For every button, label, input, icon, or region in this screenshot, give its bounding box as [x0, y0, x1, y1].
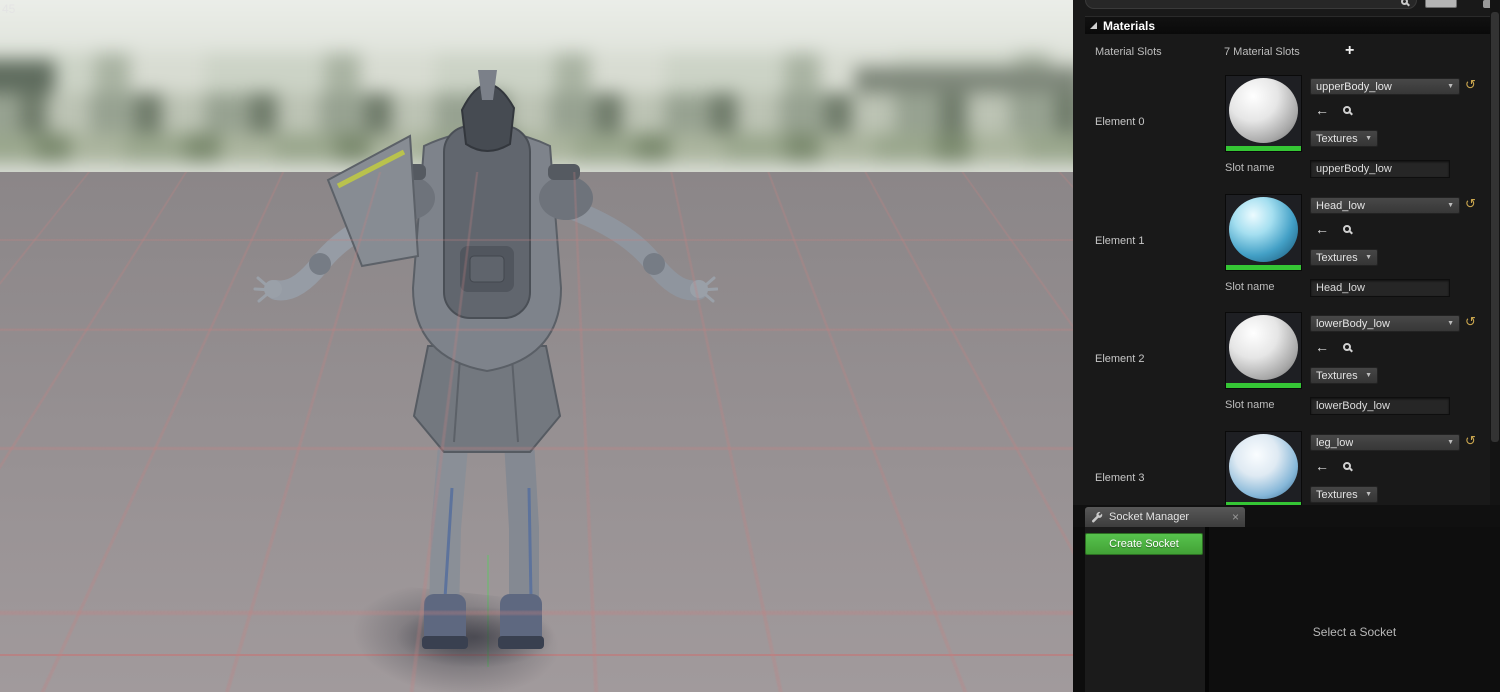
socket-manager-body: Create Socket Select a Socket	[1073, 527, 1500, 692]
asset-tools-row: ←	[1315, 102, 1351, 118]
slot-name-label: Slot name	[1225, 281, 1275, 293]
material-thumbnail[interactable]	[1225, 194, 1302, 271]
chevron-down-icon: ▼	[1365, 491, 1372, 498]
scrollbar-thumb[interactable]	[1491, 12, 1499, 442]
textures-dropdown-button[interactable]: Textures ▼	[1310, 249, 1378, 266]
material-element-row: Element 2 lowerBody_low ▼ ↺ ← Textures ▼	[1073, 303, 1500, 422]
textures-dropdown-button[interactable]: Textures ▼	[1310, 367, 1378, 384]
details-scrollbar[interactable]	[1490, 0, 1500, 505]
socket-tab-bar: Socket Manager ×	[1073, 505, 1500, 527]
tab-title: Socket Manager	[1109, 511, 1226, 523]
material-thumbnail[interactable]	[1225, 75, 1302, 152]
reset-to-default-icon[interactable]: ↺	[1465, 78, 1476, 91]
tab-socket-manager[interactable]: Socket Manager ×	[1085, 507, 1245, 527]
asset-tools-row: ←	[1315, 458, 1351, 474]
element-label: Element 3	[1095, 472, 1145, 484]
materials-category-header[interactable]: Materials	[1085, 16, 1497, 34]
material-slots-list: Element 0 upperBody_low ▼ ↺ ← Textures ▼	[1073, 66, 1500, 505]
chevron-down-icon: ▼	[1365, 254, 1372, 261]
material-sphere-preview	[1229, 78, 1298, 143]
search-input[interactable]	[1085, 0, 1417, 9]
material-sphere-preview	[1229, 315, 1298, 380]
use-selected-asset-icon[interactable]: ←	[1315, 459, 1329, 473]
material-select-dropdown[interactable]: lowerBody_low ▼	[1310, 315, 1460, 332]
material-sphere-preview	[1229, 197, 1298, 262]
material-slots-row: Material Slots 7 Material Slots +	[1073, 44, 1500, 62]
category-title: Materials	[1103, 19, 1155, 33]
material-select-dropdown[interactable]: Head_low ▼	[1310, 197, 1460, 214]
top-right-button[interactable]	[1425, 0, 1457, 8]
create-socket-button[interactable]: Create Socket	[1085, 533, 1203, 555]
use-selected-asset-icon[interactable]: ←	[1315, 222, 1329, 236]
asset-color-bar	[1226, 265, 1301, 270]
material-element-row: Element 1 Head_low ▼ ↺ ← Textures ▼ Slot…	[1073, 185, 1500, 304]
material-select-dropdown[interactable]: leg_low ▼	[1310, 434, 1460, 451]
textures-label: Textures	[1316, 489, 1358, 501]
reset-to-default-icon[interactable]: ↺	[1465, 434, 1476, 447]
wrench-icon	[1091, 511, 1103, 523]
element-label: Element 2	[1095, 353, 1145, 365]
chevron-down-icon: ▼	[1447, 83, 1454, 90]
material-element-row: Element 0 upperBody_low ▼ ↺ ← Textures ▼	[1073, 66, 1500, 185]
browse-to-asset-icon[interactable]	[1343, 343, 1351, 351]
asset-tools-row: ←	[1315, 221, 1351, 237]
socket-list-column: Create Socket	[1085, 527, 1205, 692]
material-slots-count: 7 Material Slots	[1224, 46, 1300, 58]
asset-color-bar	[1226, 383, 1301, 388]
asset-color-bar	[1226, 146, 1301, 151]
use-selected-asset-icon[interactable]: ←	[1315, 103, 1329, 117]
material-element-row: Element 3 leg_low ▼ ↺ ← Textures ▼	[1073, 422, 1500, 505]
material-thumbnail[interactable]	[1225, 312, 1302, 389]
browse-to-asset-icon[interactable]	[1343, 225, 1351, 233]
empty-state-text: Select a Socket	[1313, 625, 1396, 639]
socket-manager-panel: Socket Manager × Create Socket Select a …	[1073, 505, 1500, 692]
chevron-down-icon: ▼	[1447, 439, 1454, 446]
persona-editor-window: 45 Materials Material Slots 7 Material S…	[0, 0, 1500, 692]
browse-to-asset-icon[interactable]	[1343, 106, 1351, 114]
expand-arrow-icon	[1090, 22, 1097, 29]
slot-name-label: Slot name	[1225, 162, 1275, 174]
viewport-3d[interactable]: 45	[0, 0, 1073, 692]
chevron-down-icon: ▼	[1447, 320, 1454, 327]
material-name: leg_low	[1316, 437, 1353, 449]
socket-detail-area: Select a Socket	[1209, 527, 1500, 692]
asset-tools-row: ←	[1315, 339, 1351, 355]
slot-name-input[interactable]	[1310, 279, 1450, 297]
textures-label: Textures	[1316, 370, 1358, 382]
viewport-badge: 45	[2, 2, 15, 16]
character-model	[248, 58, 718, 678]
textures-label: Textures	[1316, 133, 1358, 145]
chevron-down-icon: ▼	[1447, 202, 1454, 209]
chevron-down-icon: ▼	[1365, 372, 1372, 379]
textures-label: Textures	[1316, 252, 1358, 264]
material-name: upperBody_low	[1316, 81, 1392, 93]
browse-to-asset-icon[interactable]	[1343, 462, 1351, 470]
textures-dropdown-button[interactable]: Textures ▼	[1310, 130, 1378, 147]
use-selected-asset-icon[interactable]: ←	[1315, 340, 1329, 354]
material-select-dropdown[interactable]: upperBody_low ▼	[1310, 78, 1460, 95]
element-label: Element 1	[1095, 235, 1145, 247]
material-slots-label: Material Slots	[1095, 46, 1162, 58]
material-thumbnail[interactable]	[1225, 431, 1302, 505]
material-sphere-preview	[1229, 434, 1298, 499]
textures-dropdown-button[interactable]: Textures ▼	[1310, 486, 1378, 503]
chevron-down-icon: ▼	[1365, 135, 1372, 142]
close-icon[interactable]: ×	[1232, 510, 1239, 524]
element-label: Element 0	[1095, 116, 1145, 128]
slot-name-input[interactable]	[1310, 160, 1450, 178]
material-name: lowerBody_low	[1316, 318, 1390, 330]
slot-name-input[interactable]	[1310, 397, 1450, 415]
search-icon	[1401, 0, 1408, 5]
add-material-slot-button[interactable]: +	[1345, 42, 1354, 60]
slot-name-label: Slot name	[1225, 399, 1275, 411]
reset-to-default-icon[interactable]: ↺	[1465, 315, 1476, 328]
reset-to-default-icon[interactable]: ↺	[1465, 197, 1476, 210]
details-panel: Materials Material Slots 7 Material Slot…	[1073, 0, 1500, 505]
material-name: Head_low	[1316, 200, 1365, 212]
